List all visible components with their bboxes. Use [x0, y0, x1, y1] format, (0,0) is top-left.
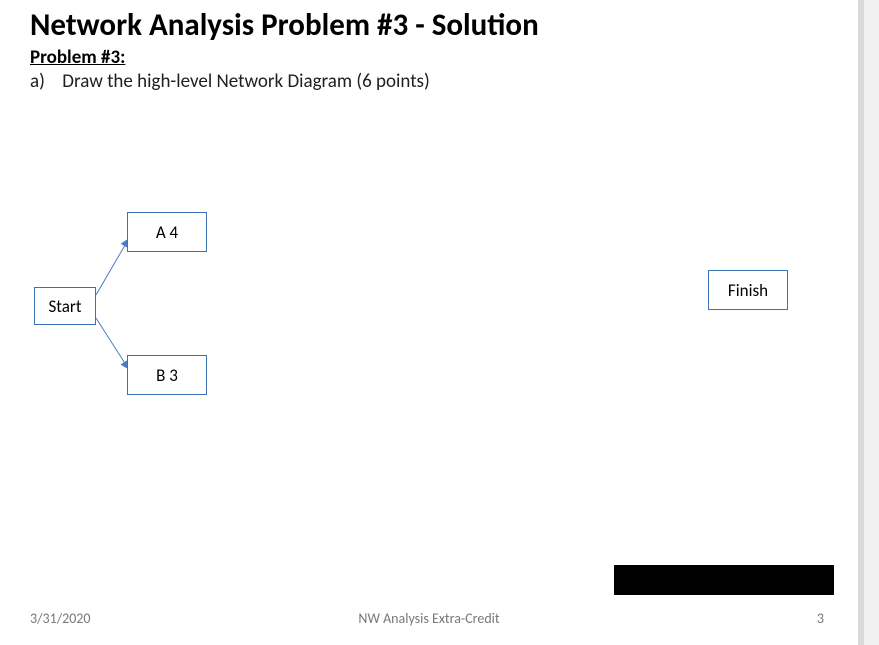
node-finish: Finish [708, 270, 788, 310]
node-b-label: B 3 [156, 365, 178, 386]
node-a-label: A 4 [156, 222, 178, 243]
slide-page: Network Analysis Problem #3 - Solution P… [0, 0, 864, 645]
node-a: A 4 [127, 212, 207, 252]
node-finish-label: Finish [728, 280, 768, 301]
task-letter: a) [30, 70, 58, 93]
node-start: Start [34, 287, 96, 325]
task-text: Draw the high-level Network Diagram (6 p… [62, 70, 429, 93]
footer-page-number: 3 [817, 610, 824, 627]
task-line: a) Draw the high-level Network Diagram (… [30, 70, 430, 93]
node-start-label: Start [48, 296, 81, 317]
slide-title: Network Analysis Problem #3 - Solution [30, 6, 539, 44]
network-diagram: Start A 4 B 3 Finish [30, 200, 830, 430]
problem-label: Problem #3: [30, 46, 125, 69]
footer-center-text: NW Analysis Extra-Credit [358, 610, 499, 627]
footer-date: 3/31/2020 [30, 610, 90, 627]
redaction-block [614, 565, 834, 595]
node-b: B 3 [127, 355, 207, 395]
